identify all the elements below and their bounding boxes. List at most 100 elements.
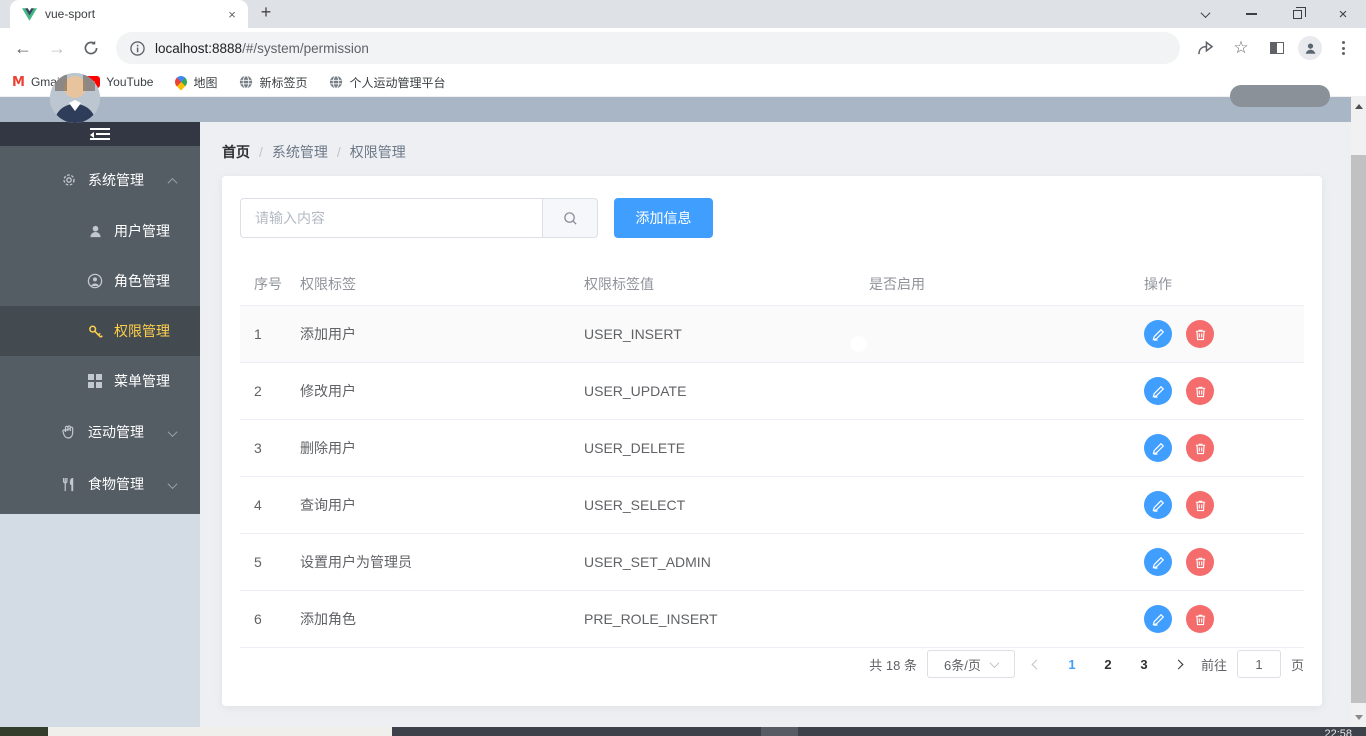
url-text: localhost:8888/#/system/permission [155,41,369,56]
edit-button[interactable] [1144,491,1172,519]
sidebar-group-system[interactable]: 系统管理 [0,154,200,206]
profile-avatar-icon[interactable] [1298,36,1322,60]
window-controls: × [1182,0,1366,28]
edit-button[interactable] [1144,605,1172,633]
table-row: 2 修改用户 USER_UPDATE [240,363,1304,420]
site-info-icon[interactable] [130,40,145,56]
chevron-down-icon [167,476,178,492]
edit-button[interactable] [1144,548,1172,576]
edit-button[interactable] [1144,320,1172,348]
taskbar-app-icon[interactable] [0,727,48,736]
bookmarks-bar: M Gmail YouTube 地图 新标签页 个人运动管理平台 [0,68,1366,97]
table-row: 1 添加用户 USER_INSERT [240,306,1304,363]
delete-button[interactable] [1186,548,1214,576]
bookmark-newtab[interactable]: 新标签页 [239,74,307,91]
user-avatar[interactable] [50,73,100,123]
sidebar-collapse-bar[interactable] [0,122,200,146]
content-area: 首页 / 系统管理 / 权限管理 添加信息 [200,122,1366,727]
taskbar-search-partial[interactable] [48,727,392,736]
edit-button[interactable] [1144,434,1172,462]
bookmark-star-icon[interactable]: ☆ [1226,33,1256,63]
page-scrollbar[interactable] [1351,97,1366,727]
forward-icon[interactable]: → [42,33,72,63]
sidebar-item-permissions[interactable]: 权限管理 [0,306,200,356]
menu-kebab-icon[interactable] [1328,33,1358,63]
table-row: 4 查询用户 USER_SELECT [240,477,1304,534]
delete-button[interactable] [1186,605,1214,633]
hamburger-icon [90,128,110,140]
table-row: 6 添加角色 PRE_ROLE_INSERT [240,591,1304,648]
food-icon [60,477,78,492]
globe-icon [329,75,343,89]
vue-favicon-icon [22,7,37,21]
main-layout: 系统管理 用户管理 角色管理 权限管理 菜单管理 运动管理 食物管理 首页 / … [0,122,1366,727]
search-row: 添加信息 [240,198,1304,238]
chevron-down-icon [167,424,178,440]
table-header: 序号 权限标签 权限标签值 是否启用 操作 [240,262,1304,306]
address-bar[interactable]: localhost:8888/#/system/permission [116,32,1180,64]
minimize-button[interactable] [1228,0,1274,28]
goto-suffix: 页 [1290,657,1304,673]
tab-search-icon[interactable] [1182,0,1228,28]
page-number-2[interactable]: 2 [1095,657,1121,672]
edit-button[interactable] [1144,377,1172,405]
logout-button-partial[interactable] [1230,85,1330,107]
browser-tab[interactable]: vue-sport × [10,0,248,28]
next-page-button[interactable] [1167,650,1191,678]
scroll-down-icon[interactable] [1351,710,1366,725]
chevron-down-icon [989,657,1000,668]
app-header-strip [0,73,1366,123]
browser-window: vue-sport × + × ← → localhost:8888/#/sys… [0,0,1366,736]
sidebar-menu: 系统管理 用户管理 角色管理 权限管理 菜单管理 运动管理 食物管理 [0,146,200,514]
restore-button[interactable] [1274,0,1320,28]
goto-label: 前往 [1200,657,1227,673]
breadcrumb: 首页 / 系统管理 / 权限管理 [222,142,406,162]
sidebar-item-roles[interactable]: 角色管理 [0,256,200,306]
table-row: 3 删除用户 USER_DELETE [240,420,1304,477]
bookmark-maps[interactable]: 地图 [172,73,217,91]
page-size-select[interactable]: 6条/页 [926,650,1015,678]
delete-button[interactable] [1186,320,1214,348]
sidebar-item-menus[interactable]: 菜单管理 [0,356,200,406]
permission-table: 序号 权限标签 权限标签值 是否启用 操作 1 添加用户 USER_INSERT [240,262,1304,648]
taskbar-clock: 22:58 [1324,728,1352,736]
sidebar-group-sport[interactable]: 运动管理 [0,406,200,458]
gear-icon [60,172,78,188]
tab-title: vue-sport [45,7,96,21]
prev-page-button[interactable] [1025,650,1049,678]
breadcrumb-system[interactable]: 系统管理 [272,142,328,162]
breadcrumb-permission: 权限管理 [349,144,406,160]
scroll-up-icon[interactable] [1351,99,1366,114]
delete-button[interactable] [1186,491,1214,519]
page-number-1[interactable]: 1 [1059,657,1085,672]
pagination-total: 共 18 条 [869,657,917,673]
add-info-button[interactable]: 添加信息 [614,198,713,238]
new-tab-button[interactable]: + [252,0,280,28]
sport-icon [60,424,78,440]
search-input[interactable] [240,198,542,238]
side-panel-icon[interactable] [1262,33,1292,63]
page-number-3[interactable]: 3 [1131,657,1157,672]
delete-button[interactable] [1186,434,1214,462]
share-icon[interactable] [1190,33,1220,63]
sidebar-submenu-system: 用户管理 角色管理 权限管理 菜单管理 [0,206,200,406]
sidebar-group-food[interactable]: 食物管理 [0,458,200,510]
taskbar-active-app[interactable] [761,727,798,736]
os-taskbar-partial: 22:58 [0,727,1366,736]
goto-page-input[interactable] [1236,650,1281,678]
close-button[interactable]: × [1320,0,1366,28]
bookmark-sport-platform[interactable]: 个人运动管理平台 [329,74,445,91]
delete-button[interactable] [1186,377,1214,405]
user-icon [86,224,104,239]
sidebar-item-users[interactable]: 用户管理 [0,206,200,256]
tab-close-icon[interactable]: × [224,6,240,22]
toolbar-right-icons: ☆ [1190,33,1358,63]
search-button[interactable] [542,198,598,238]
reload-icon[interactable] [76,33,106,63]
scrollbar-thumb[interactable] [1351,155,1366,703]
sidebar-filler [0,514,200,727]
back-icon[interactable]: ← [8,33,38,63]
globe-icon [239,75,253,89]
breadcrumb-home[interactable]: 首页 [222,142,250,162]
table-row: 5 设置用户为管理员 USER_SET_ADMIN [240,534,1304,591]
